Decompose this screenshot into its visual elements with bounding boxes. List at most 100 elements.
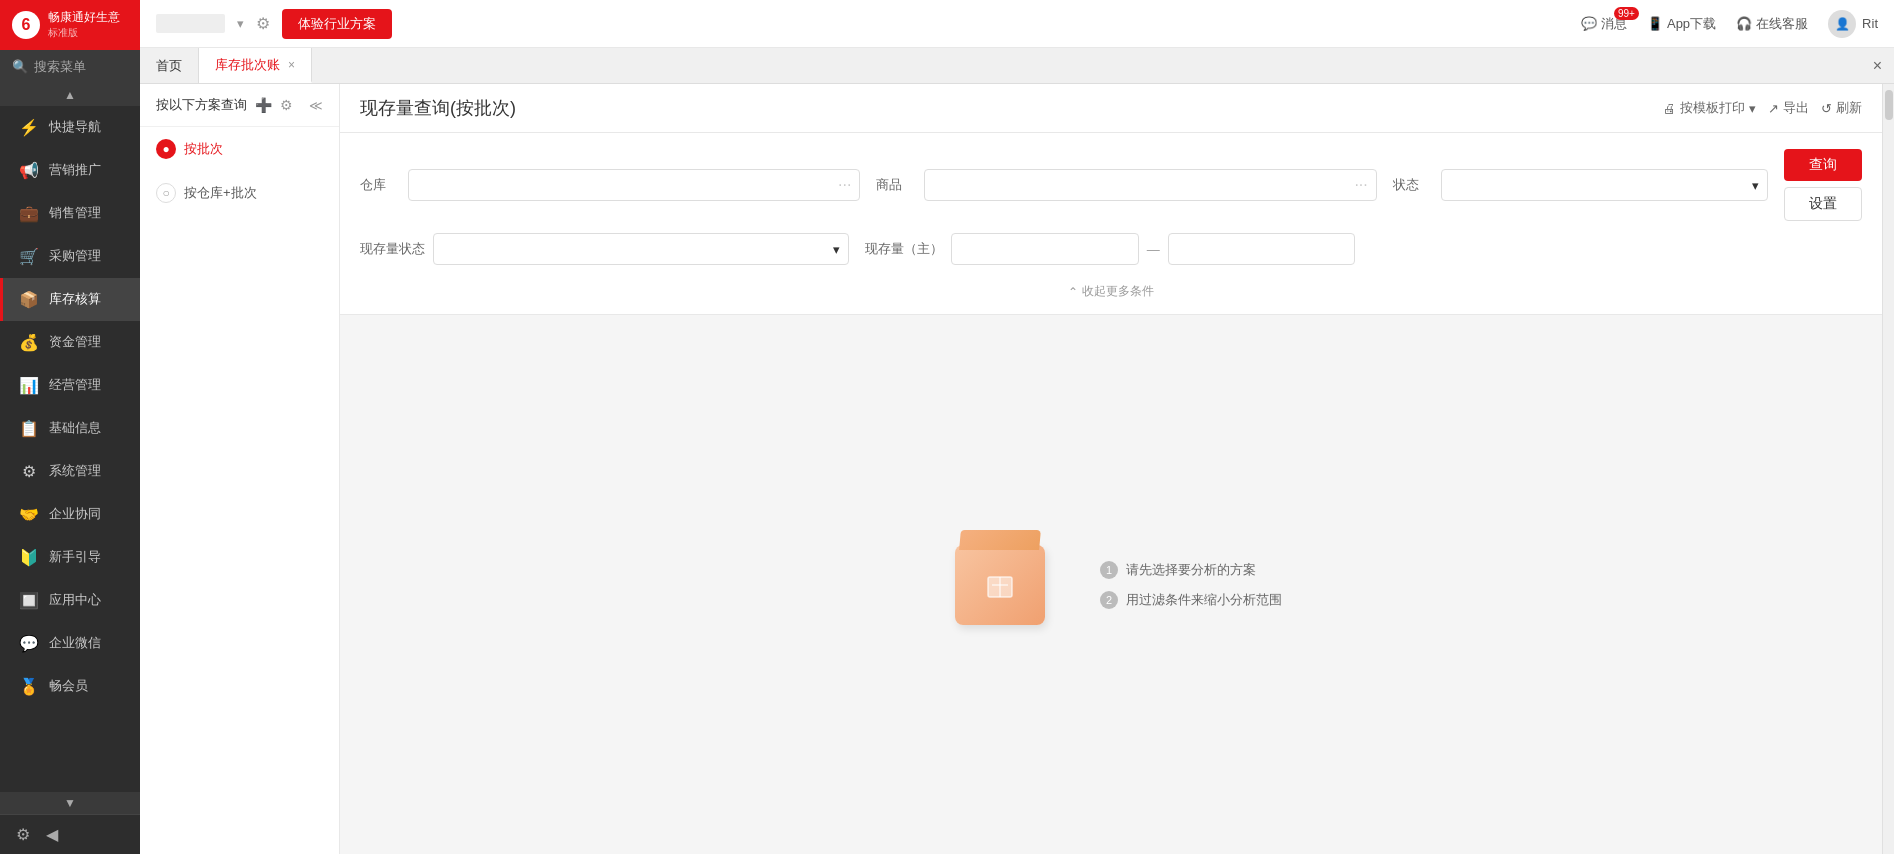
- tab-home[interactable]: 首页: [140, 48, 199, 83]
- export-btn[interactable]: ↗ 导出: [1768, 99, 1809, 117]
- support-btn[interactable]: 🎧 在线客服: [1736, 15, 1808, 33]
- main-area: ▾ ⚙ 体验行业方案 💬 99+ 消息 📱 App下载 🎧 在线客服 👤 Rit: [140, 0, 1894, 854]
- search-menu-label: 搜索菜单: [34, 58, 86, 76]
- warehouse-dots-icon[interactable]: ···: [838, 176, 851, 194]
- footer-collapse-icon[interactable]: ◀: [46, 825, 58, 844]
- messages-badge: 99+: [1614, 7, 1639, 20]
- stock-quantity-min[interactable]: [951, 233, 1138, 265]
- query-button[interactable]: 查询: [1784, 149, 1862, 181]
- settings-button[interactable]: 设置: [1784, 187, 1862, 221]
- sidebar-item-label: 销售管理: [49, 204, 101, 222]
- sales-icon: 💼: [19, 204, 39, 223]
- filter-item-by-warehouse-batch[interactable]: ○ 按仓库+批次: [140, 171, 339, 215]
- sidebar-item-purchase[interactable]: 🛒 采购管理: [0, 235, 140, 278]
- app-download-btn[interactable]: 📱 App下载: [1647, 15, 1716, 33]
- print-btn[interactable]: 🖨 按模板打印 ▾: [1663, 99, 1756, 117]
- tip-num-2: 2: [1100, 591, 1118, 609]
- sidebar-item-sales[interactable]: 💼 销售管理: [0, 192, 140, 235]
- print-dropdown-icon[interactable]: ▾: [1749, 101, 1756, 116]
- filter-panel-header: 按以下方案查询 ➕ ⚙ ≪: [140, 84, 339, 127]
- filter-collapse-icon[interactable]: ≪: [309, 98, 323, 113]
- refresh-btn[interactable]: ↺ 刷新: [1821, 99, 1862, 117]
- sidebar-item-quick-nav[interactable]: ⚡ 快捷导航: [0, 106, 140, 149]
- filter-add-icon[interactable]: ➕: [255, 97, 272, 113]
- quick-nav-icon: ⚡: [19, 118, 39, 137]
- status-select-wrap[interactable]: ▾: [1441, 169, 1768, 201]
- tab-active-label: 库存批次账: [215, 56, 280, 74]
- sidebar-item-inventory[interactable]: 📦 库存核算: [0, 278, 140, 321]
- scroll-down-btn[interactable]: ▼: [0, 792, 140, 814]
- filter-item-by-batch[interactable]: ● 按批次: [140, 127, 339, 171]
- product-input-wrap[interactable]: ···: [924, 169, 1376, 201]
- wechat-icon: 💬: [19, 634, 39, 653]
- sidebar-item-operations[interactable]: 📊 经营管理: [0, 364, 140, 407]
- tab-close-icon[interactable]: ×: [288, 58, 295, 72]
- collapse-chevron-icon: ⌃: [1068, 285, 1078, 299]
- warehouse-label: 仓库: [360, 176, 400, 194]
- close-btn[interactable]: ×: [1861, 57, 1894, 75]
- breadcrumb-text: [156, 14, 225, 33]
- sidebar-item-system[interactable]: ⚙ 系统管理: [0, 450, 140, 493]
- sidebar-item-label: 营销推广: [49, 161, 101, 179]
- breadcrumb-dropdown-icon[interactable]: ▾: [237, 16, 244, 31]
- scroll-up-btn[interactable]: ▲: [0, 84, 140, 106]
- scroll-handle[interactable]: [1885, 90, 1893, 120]
- app-download-icon: 📱: [1647, 16, 1663, 31]
- sidebar-item-label: 采购管理: [49, 247, 101, 265]
- sidebar-header: 6 畅康通好生意 标准版: [0, 0, 140, 50]
- sidebar-item-label: 基础信息: [49, 419, 101, 437]
- company-name: 畅康通好生意: [48, 10, 120, 26]
- tab-inventory-batch[interactable]: 库存批次账 ×: [199, 48, 312, 83]
- stock-status-select[interactable]: ▾: [433, 233, 849, 265]
- stock-quantity-field: 现存量（主） —: [865, 233, 1354, 265]
- sidebar-item-newbie[interactable]: 🔰 新手引导: [0, 536, 140, 579]
- empty-state: 1 请先选择要分析的方案 2 用过滤条件来缩小分析范围: [340, 315, 1882, 854]
- filter-panel-title: 按以下方案查询: [156, 96, 247, 114]
- footer-settings-icon[interactable]: ⚙: [16, 825, 30, 844]
- stock-quantity-max[interactable]: [1168, 233, 1355, 265]
- sidebar-item-wechat[interactable]: 💬 企业微信: [0, 622, 140, 665]
- stock-status-field: 现存量状态 ▾: [360, 233, 849, 265]
- app-logo: 6: [12, 11, 40, 39]
- sidebar: 6 畅康通好生意 标准版 🔍 搜索菜单 ▲ ⚡ 快捷导航 📢 营销推广 💼 销售…: [0, 0, 140, 854]
- newbie-icon: 🔰: [19, 548, 39, 567]
- main-content: 现存量查询(按批次) 🖨 按模板打印 ▾ ↗ 导出 ↺ 刷新: [340, 84, 1882, 854]
- sidebar-item-apps[interactable]: 🔲 应用中心: [0, 579, 140, 622]
- enterprise-icon: 🤝: [19, 505, 39, 524]
- support-icon: 🎧: [1736, 16, 1752, 31]
- sidebar-item-enterprise[interactable]: 🤝 企业协同: [0, 493, 140, 536]
- purchase-icon: 🛒: [19, 247, 39, 266]
- apps-icon: 🔲: [19, 591, 39, 610]
- search-icon: 🔍: [12, 59, 28, 74]
- experience-btn[interactable]: 体验行业方案: [282, 9, 392, 39]
- member-icon: 🏅: [19, 677, 39, 696]
- sidebar-item-label: 新手引导: [49, 548, 101, 566]
- inventory-icon: 📦: [19, 290, 39, 309]
- messages-btn[interactable]: 💬 99+ 消息: [1581, 15, 1627, 33]
- user-menu[interactable]: 👤 Rit: [1828, 10, 1878, 38]
- warehouse-input-wrap[interactable]: ···: [408, 169, 860, 201]
- gear-icon[interactable]: ⚙: [256, 14, 270, 33]
- sidebar-item-finance[interactable]: 💰 资金管理: [0, 321, 140, 364]
- right-scrollbar[interactable]: [1882, 84, 1894, 854]
- product-input[interactable]: [933, 178, 1354, 193]
- product-dots-icon[interactable]: ···: [1354, 176, 1367, 194]
- warehouse-input[interactable]: [417, 178, 838, 193]
- collapse-more-btn[interactable]: ⌃ 收起更多条件: [360, 277, 1862, 306]
- filter-settings-icon[interactable]: ⚙: [280, 97, 293, 113]
- sidebar-footer: ⚙ ◀: [0, 814, 140, 854]
- collapse-more-label: 收起更多条件: [1082, 283, 1154, 300]
- tip-text-1: 请先选择要分析的方案: [1126, 561, 1256, 579]
- sidebar-item-basics[interactable]: 📋 基础信息: [0, 407, 140, 450]
- search-menu-item[interactable]: 🔍 搜索菜单: [0, 50, 140, 84]
- box-svg: [980, 565, 1020, 605]
- app-info: 畅康通好生意 标准版: [48, 10, 120, 40]
- empty-tips: 1 请先选择要分析的方案 2 用过滤条件来缩小分析范围: [1100, 561, 1282, 609]
- sidebar-item-marketing[interactable]: 📢 营销推广: [0, 149, 140, 192]
- sidebar-item-label: 企业协同: [49, 505, 101, 523]
- filter-panel: 按以下方案查询 ➕ ⚙ ≪ ● 按批次 ○ 按仓库+批次: [140, 84, 340, 854]
- sidebar-item-label: 经营管理: [49, 376, 101, 394]
- sidebar-item-member[interactable]: 🏅 畅会员: [0, 665, 140, 708]
- export-label: 导出: [1783, 99, 1809, 117]
- tip-text-2: 用过滤条件来缩小分析范围: [1126, 591, 1282, 609]
